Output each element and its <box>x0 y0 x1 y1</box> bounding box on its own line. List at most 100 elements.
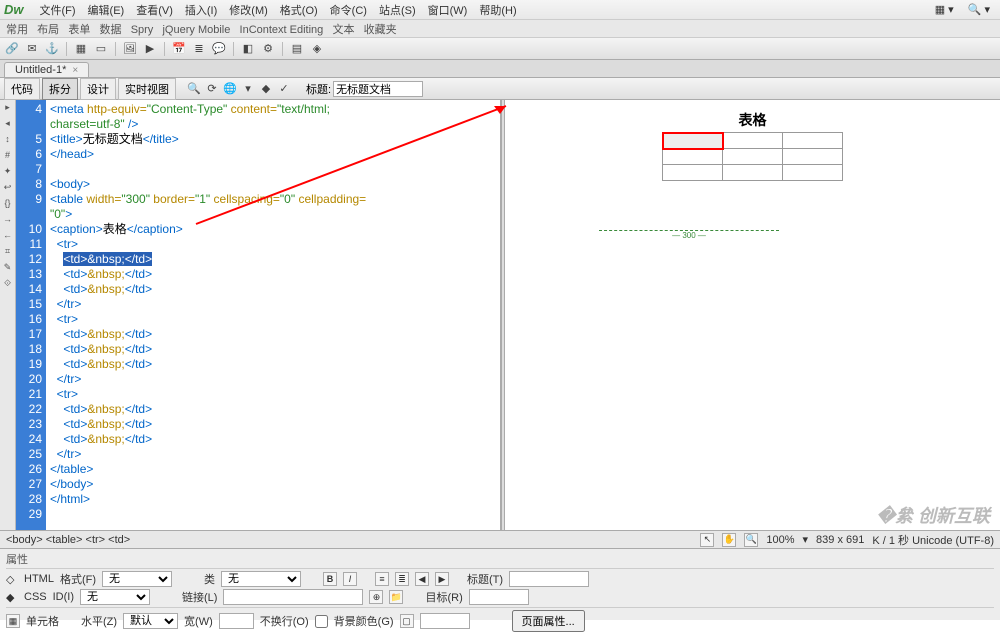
class-select[interactable]: 无 <box>221 571 301 587</box>
outdent-icon[interactable]: ← <box>2 230 14 242</box>
outdent-button[interactable]: ◀ <box>415 572 429 586</box>
point-to-file-icon[interactable]: ⊕ <box>369 590 383 604</box>
code-editor[interactable]: <meta http-equiv="Content-Type" content=… <box>46 100 500 530</box>
syntax-icon[interactable]: {} <box>2 198 14 210</box>
table-caption[interactable]: 表格 <box>662 108 843 132</box>
insert-category[interactable]: 收藏夹 <box>364 24 397 36</box>
menu-item[interactable]: 查看(V) <box>130 3 179 19</box>
script-icon[interactable]: ⚙ <box>260 41 276 57</box>
table-icon[interactable]: ▦ <box>73 41 89 57</box>
insert-category[interactable]: 数据 <box>100 24 122 36</box>
word-wrap-icon[interactable]: ↩ <box>2 182 14 194</box>
insert-category[interactable]: 表单 <box>68 24 90 36</box>
view-live-button[interactable]: 实时视图 <box>118 78 176 100</box>
close-icon[interactable]: × <box>72 65 78 76</box>
table-cell[interactable] <box>723 165 783 181</box>
menu-item[interactable]: 插入(I) <box>179 3 223 19</box>
table-cell[interactable] <box>663 165 723 181</box>
horz-select[interactable]: 默认 <box>123 613 178 629</box>
target-field[interactable] <box>469 589 529 605</box>
document-tab[interactable]: Untitled-1* × <box>4 62 89 77</box>
cell-icon[interactable]: ▦ <box>6 614 20 628</box>
menu-item[interactable]: 编辑(E) <box>82 3 131 19</box>
table-cell-selected[interactable] <box>663 133 723 149</box>
menu-item[interactable]: 文件(F) <box>34 3 82 19</box>
browse-icon[interactable]: 📁 <box>389 590 403 604</box>
open-docs-icon[interactable]: ▸ <box>2 102 14 114</box>
format-icon[interactable]: ⌗ <box>2 246 14 258</box>
line-numbers-icon[interactable]: # <box>2 150 14 162</box>
comment-icon[interactable]: 💬 <box>211 41 227 57</box>
tag-breadcrumb[interactable]: <body> <table> <tr> <td> <box>6 534 130 546</box>
ul-button[interactable]: ≡ <box>375 572 389 586</box>
div-icon[interactable]: ▭ <box>93 41 109 57</box>
insert-category[interactable]: 文本 <box>332 24 354 36</box>
browser-icon[interactable]: 🌐 <box>222 81 238 97</box>
bgcolor-field[interactable] <box>420 613 470 629</box>
templates-icon[interactable]: ▤ <box>289 41 305 57</box>
table-cell[interactable] <box>783 165 843 181</box>
width-field[interactable] <box>219 613 254 629</box>
css-mode[interactable]: CSS <box>24 591 47 603</box>
design-table[interactable]: 表格 <box>662 108 843 181</box>
table-cell[interactable] <box>663 149 723 165</box>
collapse-icon[interactable]: ◂ <box>2 118 14 130</box>
select-parent-icon[interactable]: ↕ <box>2 134 14 146</box>
ol-button[interactable]: ≣ <box>395 572 409 586</box>
options-icon[interactable]: ▾ <box>240 81 256 97</box>
menu-item[interactable]: 窗口(W) <box>422 3 474 19</box>
table-cell[interactable] <box>723 133 783 149</box>
indent-button[interactable]: ▶ <box>435 572 449 586</box>
view-design-button[interactable]: 设计 <box>80 78 116 100</box>
tag-icon[interactable]: ◈ <box>309 41 325 57</box>
date-icon[interactable]: 📅 <box>171 41 187 57</box>
inspect-icon[interactable]: 🔍 <box>186 81 202 97</box>
image-icon[interactable]: 🖼 <box>122 41 138 57</box>
menu-item[interactable]: 站点(S) <box>373 3 422 19</box>
nav-icon[interactable]: ◆ <box>258 81 274 97</box>
zoom-value[interactable]: 100% <box>766 534 794 546</box>
check-icon[interactable]: ✓ <box>276 81 292 97</box>
view-code-button[interactable]: 代码 <box>4 78 40 100</box>
code-pane[interactable]: 4567891011121314151617181920212223242526… <box>16 100 501 530</box>
insert-category[interactable]: jQuery Mobile <box>162 24 230 36</box>
html-mode[interactable]: HTML <box>24 573 54 585</box>
media-icon[interactable]: ▶ <box>142 41 158 57</box>
layout-icon[interactable]: ▦ ▾ <box>929 1 960 18</box>
insert-category[interactable]: 常用 <box>6 24 28 36</box>
link-field[interactable] <box>223 589 363 605</box>
menu-item[interactable]: 命令(C) <box>324 3 373 19</box>
head-icon[interactable]: ◧ <box>240 41 256 57</box>
bold-button[interactable]: B <box>323 572 337 586</box>
link-icon[interactable]: 🔗 <box>4 41 20 57</box>
view-split-button[interactable]: 拆分 <box>42 78 78 100</box>
page-properties-button[interactable]: 页面属性... <box>512 610 585 632</box>
menu-item[interactable]: 格式(O) <box>274 3 324 19</box>
insert-category[interactable]: Spry <box>131 24 154 36</box>
table-cell[interactable] <box>783 149 843 165</box>
format-select[interactable]: 无 <box>102 571 172 587</box>
id-select[interactable]: 无 <box>80 589 150 605</box>
table-cell[interactable] <box>783 133 843 149</box>
insert-category[interactable]: 布局 <box>37 24 59 36</box>
server-icon[interactable]: ≣ <box>191 41 207 57</box>
hand-icon[interactable]: ✋ <box>722 533 736 547</box>
anchor-icon[interactable]: ⚓ <box>44 41 60 57</box>
search-icon[interactable]: 🔍 ▾ <box>962 1 996 18</box>
apply-icon[interactable]: ✎ <box>2 262 14 274</box>
highlight-icon[interactable]: ✦ <box>2 166 14 178</box>
design-pane[interactable]: 表格 — 300 — <box>505 100 1000 530</box>
menu-item[interactable]: 修改(M) <box>223 3 274 19</box>
indent-icon[interactable]: → <box>2 214 14 226</box>
refresh-icon[interactable]: ⟳ <box>204 81 220 97</box>
email-icon[interactable]: ✉ <box>24 41 40 57</box>
italic-button[interactable]: I <box>343 572 357 586</box>
title-input[interactable] <box>333 81 423 97</box>
menu-item[interactable]: 帮助(H) <box>473 3 522 19</box>
zoom-icon[interactable]: 🔍 <box>744 533 758 547</box>
title-field[interactable] <box>509 571 589 587</box>
bgcolor-swatch[interactable]: ▢ <box>400 614 414 628</box>
insert-category[interactable]: InContext Editing <box>240 24 324 36</box>
table-cell[interactable] <box>723 149 783 165</box>
pointer-icon[interactable]: ↖ <box>700 533 714 547</box>
